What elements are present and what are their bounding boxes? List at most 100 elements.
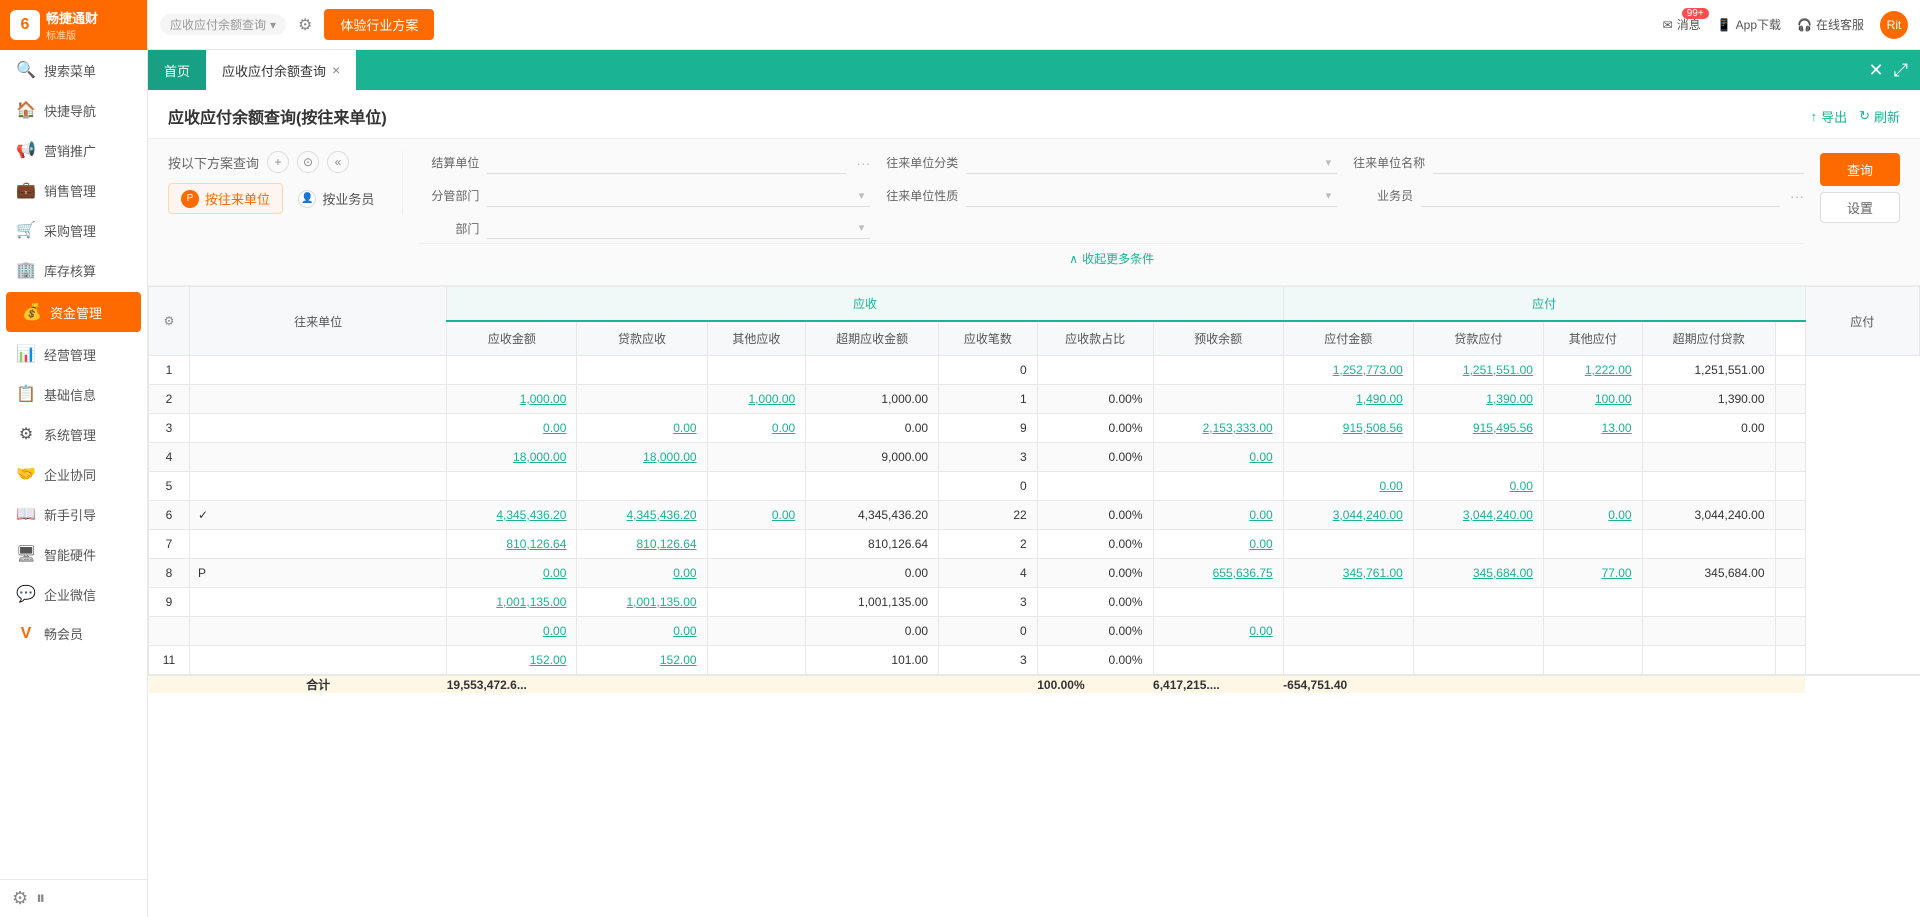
ar-loan-cell[interactable]: 4,345,436.20 bbox=[577, 501, 707, 530]
query-tab-by-salesman[interactable]: 👤 按业务员 bbox=[286, 184, 386, 213]
ap-amount-cell[interactable]: 345,761.00 bbox=[1283, 559, 1413, 588]
sidebar-item-wechat[interactable]: 💬 企业微信 bbox=[0, 574, 147, 614]
ap-amount-cell[interactable]: 0.00 bbox=[1283, 472, 1413, 501]
query-tab-by-partner[interactable]: P 按往来单位 bbox=[168, 183, 283, 214]
ar-prepay-cell[interactable]: 0.00 bbox=[1153, 443, 1283, 472]
ar-loan-cell[interactable]: 1,001,135.00 bbox=[577, 588, 707, 617]
ap-loan-cell[interactable] bbox=[1413, 443, 1543, 472]
ar-other-cell[interactable]: 0.00 bbox=[707, 501, 806, 530]
sidebar-item-purchase[interactable]: 🛒 采购管理 bbox=[0, 210, 147, 250]
ap-loan-cell[interactable] bbox=[1413, 530, 1543, 559]
ar-prepay-cell[interactable] bbox=[1153, 356, 1283, 385]
ap-other-cell[interactable] bbox=[1543, 443, 1642, 472]
sidebar-item-management[interactable]: 📊 经营管理 bbox=[0, 334, 147, 374]
ar-prepay-cell[interactable] bbox=[1153, 646, 1283, 676]
ar-amount-cell[interactable] bbox=[447, 356, 577, 385]
ap-other-cell[interactable]: 77.00 bbox=[1543, 559, 1642, 588]
department-select[interactable]: ▾ bbox=[487, 217, 870, 239]
dept-select[interactable]: ▾ bbox=[487, 185, 870, 207]
ar-prepay-cell[interactable] bbox=[1153, 472, 1283, 501]
ar-amount-cell[interactable]: 1,000.00 bbox=[447, 385, 577, 414]
ap-loan-cell[interactable]: 345,684.00 bbox=[1413, 559, 1543, 588]
ar-loan-cell[interactable] bbox=[577, 356, 707, 385]
filter-collapse-left-icon[interactable]: « bbox=[327, 151, 349, 173]
ar-prepay-cell[interactable]: 655,636.75 bbox=[1153, 559, 1283, 588]
export-button[interactable]: ↑ 导出 bbox=[1811, 107, 1848, 126]
ap-amount-cell[interactable]: 915,508.56 bbox=[1283, 414, 1413, 443]
ar-loan-cell[interactable]: 18,000.00 bbox=[577, 443, 707, 472]
ar-loan-cell[interactable]: 810,126.64 bbox=[577, 530, 707, 559]
ar-other-cell[interactable] bbox=[707, 559, 806, 588]
sidebar-item-sales[interactable]: 💼 销售管理 bbox=[0, 170, 147, 210]
maximize-icon[interactable]: ⤢ bbox=[1894, 60, 1908, 81]
ar-other-cell[interactable] bbox=[707, 617, 806, 646]
sidebar-item-finance[interactable]: 💰 资金管理 bbox=[6, 292, 141, 332]
ar-loan-cell[interactable]: 152.00 bbox=[577, 646, 707, 676]
ar-other-cell[interactable]: 1,000.00 bbox=[707, 385, 806, 414]
ar-amount-cell[interactable] bbox=[447, 472, 577, 501]
ap-amount-cell[interactable]: 1,490.00 bbox=[1283, 385, 1413, 414]
ar-amount-cell[interactable]: 0.00 bbox=[447, 559, 577, 588]
collapse-button[interactable]: ∧ 收起更多条件 bbox=[1069, 250, 1154, 267]
solution-button[interactable]: 体验行业方案 bbox=[324, 9, 434, 40]
filter-set-icon[interactable]: ⊙ bbox=[297, 151, 319, 173]
ar-loan-cell[interactable]: 0.00 bbox=[577, 414, 707, 443]
ap-loan-cell[interactable] bbox=[1413, 588, 1543, 617]
sidebar-item-quicknav[interactable]: 🏠 快捷导航 bbox=[0, 90, 147, 130]
ar-other-cell[interactable]: 0.00 bbox=[707, 414, 806, 443]
ap-loan-cell[interactable]: 1,390.00 bbox=[1413, 385, 1543, 414]
partner-nature-select[interactable]: ▾ bbox=[966, 185, 1337, 207]
ap-other-cell[interactable] bbox=[1543, 472, 1642, 501]
ar-prepay-cell[interactable]: 0.00 bbox=[1153, 530, 1283, 559]
tab-arquery[interactable]: 应收应付余额查询 × bbox=[206, 50, 356, 90]
set-button[interactable]: 设置 bbox=[1820, 192, 1900, 223]
ar-prepay-cell[interactable]: 0.00 bbox=[1153, 617, 1283, 646]
settings-bottom-icon[interactable]: ⚙ bbox=[12, 888, 28, 909]
ar-loan-cell[interactable] bbox=[577, 385, 707, 414]
ap-other-cell[interactable] bbox=[1543, 646, 1642, 676]
app-download-button[interactable]: 📱 App下载 bbox=[1717, 16, 1781, 33]
sidebar-item-basicinfo[interactable]: 📋 基础信息 bbox=[0, 374, 147, 414]
ar-other-cell[interactable] bbox=[707, 472, 806, 501]
ar-loan-cell[interactable] bbox=[577, 472, 707, 501]
settlement-unit-input[interactable] bbox=[487, 151, 846, 174]
salesman-input[interactable] bbox=[1421, 184, 1780, 207]
sidebar-item-search[interactable]: 🔍 搜索菜单 bbox=[0, 50, 147, 90]
online-service-button[interactable]: 🎧 在线客服 bbox=[1797, 16, 1864, 33]
ap-loan-cell[interactable] bbox=[1413, 617, 1543, 646]
ar-amount-cell[interactable]: 18,000.00 bbox=[447, 443, 577, 472]
tab-close-icon[interactable]: × bbox=[332, 62, 340, 78]
ap-amount-cell[interactable] bbox=[1283, 443, 1413, 472]
sidebar-item-system[interactable]: ⚙ 系统管理 bbox=[0, 414, 147, 454]
header-settings-icon[interactable]: ⚙ bbox=[298, 15, 312, 35]
message-button[interactable]: ✉ 消息 99+ bbox=[1663, 16, 1701, 33]
ap-amount-cell[interactable]: 1,252,773.00 bbox=[1283, 356, 1413, 385]
ar-amount-cell[interactable]: 1,001,135.00 bbox=[447, 588, 577, 617]
ar-amount-cell[interactable]: 0.00 bbox=[447, 414, 577, 443]
footer-ar-prepay[interactable]: 6,417,215.... bbox=[1153, 675, 1283, 693]
ar-prepay-cell[interactable]: 0.00 bbox=[1153, 501, 1283, 530]
ap-other-cell[interactable]: 13.00 bbox=[1543, 414, 1642, 443]
ar-other-cell[interactable] bbox=[707, 530, 806, 559]
ar-other-cell[interactable] bbox=[707, 443, 806, 472]
ap-other-cell[interactable]: 100.00 bbox=[1543, 385, 1642, 414]
query-button[interactable]: 查询 bbox=[1820, 153, 1900, 186]
ar-prepay-cell[interactable] bbox=[1153, 588, 1283, 617]
footer-ar-amount[interactable]: 19,553,472.6... bbox=[447, 675, 577, 693]
ap-other-cell[interactable]: 1,222.00 bbox=[1543, 356, 1642, 385]
ap-other-cell[interactable] bbox=[1543, 588, 1642, 617]
ap-amount-cell[interactable] bbox=[1283, 588, 1413, 617]
ap-other-cell[interactable] bbox=[1543, 617, 1642, 646]
ap-loan-cell[interactable]: 0.00 bbox=[1413, 472, 1543, 501]
sidebar-item-enterprise[interactable]: 🤝 企业协同 bbox=[0, 454, 147, 494]
ar-other-cell[interactable] bbox=[707, 356, 806, 385]
ap-loan-cell[interactable]: 1,251,551.00 bbox=[1413, 356, 1543, 385]
tab-home[interactable]: 首页 bbox=[148, 50, 206, 90]
ap-amount-cell[interactable] bbox=[1283, 646, 1413, 676]
ar-amount-cell[interactable]: 0.00 bbox=[447, 617, 577, 646]
partner-name-input[interactable] bbox=[1433, 151, 1804, 174]
table-settings-icon[interactable]: ⚙ bbox=[159, 311, 179, 331]
ap-other-cell[interactable]: 0.00 bbox=[1543, 501, 1642, 530]
pause-icon[interactable]: ⏸ bbox=[36, 888, 45, 909]
ap-amount-cell[interactable] bbox=[1283, 617, 1413, 646]
